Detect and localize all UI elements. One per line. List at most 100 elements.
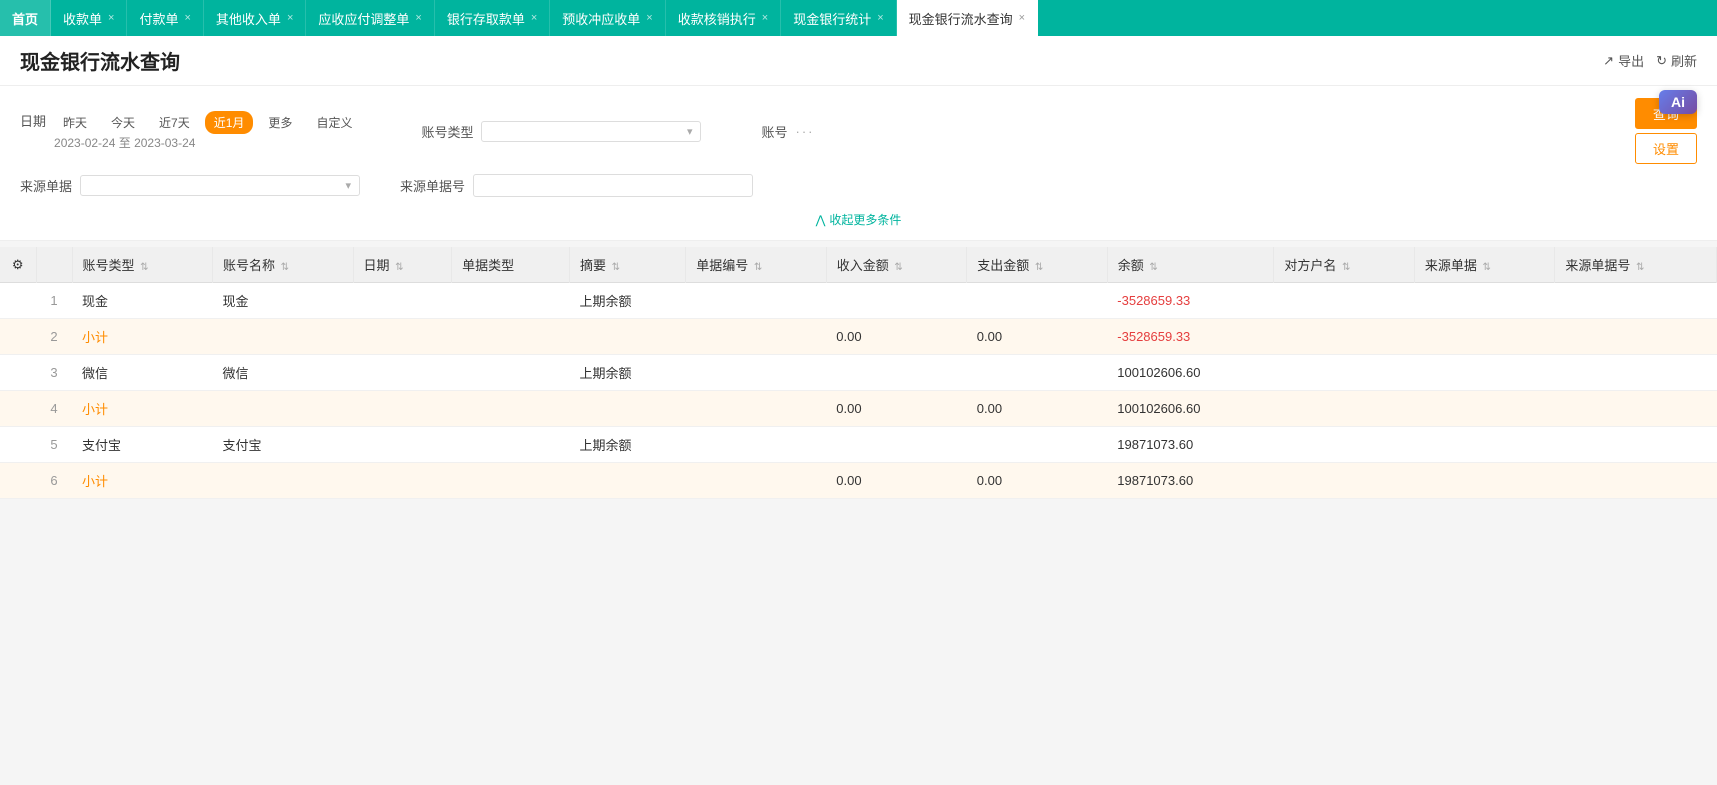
collapse-up-icon: ⋀ <box>816 213 826 227</box>
sort-icon-balance: ⇅ <box>1149 262 1157 273</box>
top-nav: 首页 收款单 × 付款单 × 其他收入单 × 应收应付调整单 × 银行存取款单 … <box>0 0 1717 36</box>
cell-account-type-5: 小计 <box>72 463 213 499</box>
close-icon-flow-query[interactable]: × <box>1019 12 1025 24</box>
cell-account-type-4: 支付宝 <box>72 427 213 463</box>
date-btn-today[interactable]: 今天 <box>102 111 144 134</box>
nav-item-adjust[interactable]: 应收应付调整单 × <box>306 0 434 36</box>
th-idx <box>36 247 72 283</box>
sort-icon-income: ⇅ <box>894 262 902 273</box>
cell-counterpart-0 <box>1274 283 1415 319</box>
cell-doc-no-4 <box>686 427 827 463</box>
cell-date-2 <box>353 355 452 391</box>
nav-label-adjust: 应收应付调整单 <box>318 9 409 28</box>
account-filter-group: 账号 ··· <box>761 122 814 141</box>
nav-item-writeoff[interactable]: 收款核销执行 × <box>666 0 781 36</box>
date-btn-yesterday[interactable]: 昨天 <box>54 111 96 134</box>
refresh-button[interactable]: ↻ 刷新 <box>1656 51 1697 70</box>
cell-source-doc-5 <box>1414 463 1555 499</box>
date-btn-7days[interactable]: 近7天 <box>150 111 199 134</box>
date-btn-custom[interactable]: 自定义 <box>307 111 361 134</box>
collapse-bar[interactable]: ⋀ 收起更多条件 <box>20 207 1697 232</box>
nav-item-bank-deposit[interactable]: 银行存取款单 × <box>435 0 550 36</box>
cell-income-5: 0.00 <box>826 463 967 499</box>
account-type-select[interactable]: ▾ <box>481 121 701 142</box>
settings-button[interactable]: 设置 <box>1635 133 1697 164</box>
date-btn-1month[interactable]: 近1月 <box>205 111 254 134</box>
source-doc-arrow-icon: ▾ <box>345 179 351 192</box>
th-account-name[interactable]: 账号名称 ⇅ <box>213 247 354 283</box>
export-button[interactable]: ↗ 导出 <box>1603 51 1644 70</box>
cell-idx-4: 5 <box>36 427 72 463</box>
date-btn-more[interactable]: 更多 <box>259 111 301 134</box>
cell-summary-5 <box>569 463 685 499</box>
th-date[interactable]: 日期 ⇅ <box>353 247 452 283</box>
th-gear[interactable]: ⚙ <box>0 247 36 283</box>
nav-item-home[interactable]: 首页 <box>0 0 51 36</box>
cell-expense-5: 0.00 <box>967 463 1108 499</box>
source-doc-no-input[interactable] <box>473 174 753 197</box>
cell-balance-2: 100102606.60 <box>1107 355 1274 391</box>
cell-gear-5 <box>0 463 36 499</box>
th-income[interactable]: 收入金额 ⇅ <box>826 247 967 283</box>
nav-item-flow-query[interactable]: 现金银行流水查询 × <box>897 0 1038 36</box>
th-doc-type: 单据类型 <box>452 247 570 283</box>
th-counterpart[interactable]: 对方户名 ⇅ <box>1274 247 1415 283</box>
th-doc-no-label: 单据编号 <box>696 258 748 273</box>
close-icon-other-income[interactable]: × <box>287 12 293 24</box>
close-icon-stats[interactable]: × <box>877 12 883 24</box>
sort-icon-source-doc-no: ⇅ <box>1636 262 1644 273</box>
close-icon-adjust[interactable]: × <box>415 12 421 24</box>
cell-source-doc-no-4 <box>1555 427 1717 463</box>
nav-item-stats[interactable]: 现金银行统计 × <box>781 0 896 36</box>
close-icon-payment[interactable]: × <box>184 12 190 24</box>
nav-item-other-income[interactable]: 其他收入单 × <box>204 0 306 36</box>
th-income-label: 收入金额 <box>837 258 889 273</box>
source-doc-select[interactable]: ▾ <box>80 175 360 196</box>
cell-balance-1: -3528659.33 <box>1107 319 1274 355</box>
nav-item-advance-receipt[interactable]: 预收冲应收单 × <box>550 0 665 36</box>
nav-item-payment[interactable]: 付款单 × <box>127 0 203 36</box>
th-summary[interactable]: 摘要 ⇅ <box>569 247 685 283</box>
close-icon-advance-receipt[interactable]: × <box>646 12 652 24</box>
th-expense[interactable]: 支出金额 ⇅ <box>967 247 1108 283</box>
cell-doc-no-1 <box>686 319 827 355</box>
cell-source-doc-3 <box>1414 391 1555 427</box>
cell-date-5 <box>353 463 452 499</box>
th-account-type[interactable]: 账号类型 ⇅ <box>72 247 213 283</box>
close-icon-writeoff[interactable]: × <box>762 12 768 24</box>
th-balance[interactable]: 余额 ⇅ <box>1107 247 1274 283</box>
cell-balance-5: 19871073.60 <box>1107 463 1274 499</box>
cell-account-name-0: 现金 <box>213 283 354 319</box>
cell-doc-no-5 <box>686 463 827 499</box>
cell-income-2 <box>826 355 967 391</box>
th-counterpart-label: 对方户名 <box>1284 258 1336 273</box>
table-header: ⚙ 账号类型 ⇅ 账号名称 ⇅ 日期 ⇅ 单据类型 摘要 <box>0 247 1717 283</box>
th-doc-no[interactable]: 单据编号 ⇅ <box>686 247 827 283</box>
ai-badge[interactable]: Ai <box>1659 90 1697 114</box>
cell-expense-3: 0.00 <box>967 391 1108 427</box>
th-source-doc[interactable]: 来源单据 ⇅ <box>1414 247 1555 283</box>
cell-income-3: 0.00 <box>826 391 967 427</box>
cell-idx-0: 1 <box>36 283 72 319</box>
close-icon-bank-deposit[interactable]: × <box>531 12 537 24</box>
flow-table: ⚙ 账号类型 ⇅ 账号名称 ⇅ 日期 ⇅ 单据类型 摘要 <box>0 247 1717 499</box>
th-doc-type-label: 单据类型 <box>462 258 514 273</box>
header-actions: ↗ 导出 ↻ 刷新 <box>1603 51 1697 70</box>
account-dots[interactable]: ··· <box>795 124 814 139</box>
th-account-name-label: 账号名称 <box>223 258 275 273</box>
cell-income-4 <box>826 427 967 463</box>
cell-doc-type-3 <box>452 391 570 427</box>
th-source-doc-no[interactable]: 来源单据号 ⇅ <box>1555 247 1717 283</box>
cell-source-doc-no-0 <box>1555 283 1717 319</box>
close-icon-receipt[interactable]: × <box>108 12 114 24</box>
nav-label-flow-query: 现金银行流水查询 <box>909 9 1013 28</box>
sort-icon-date: ⇅ <box>395 262 403 273</box>
cell-doc-type-4 <box>452 427 570 463</box>
cell-account-type-2: 微信 <box>72 355 213 391</box>
refresh-label: 刷新 <box>1671 51 1697 70</box>
nav-item-receipt[interactable]: 收款单 × <box>51 0 127 36</box>
collapse-label: 收起更多条件 <box>829 211 901 228</box>
sort-icon-counterpart: ⇅ <box>1342 262 1350 273</box>
nav-label-receipt: 收款单 <box>63 9 102 28</box>
account-type-label: 账号类型 <box>421 122 473 141</box>
